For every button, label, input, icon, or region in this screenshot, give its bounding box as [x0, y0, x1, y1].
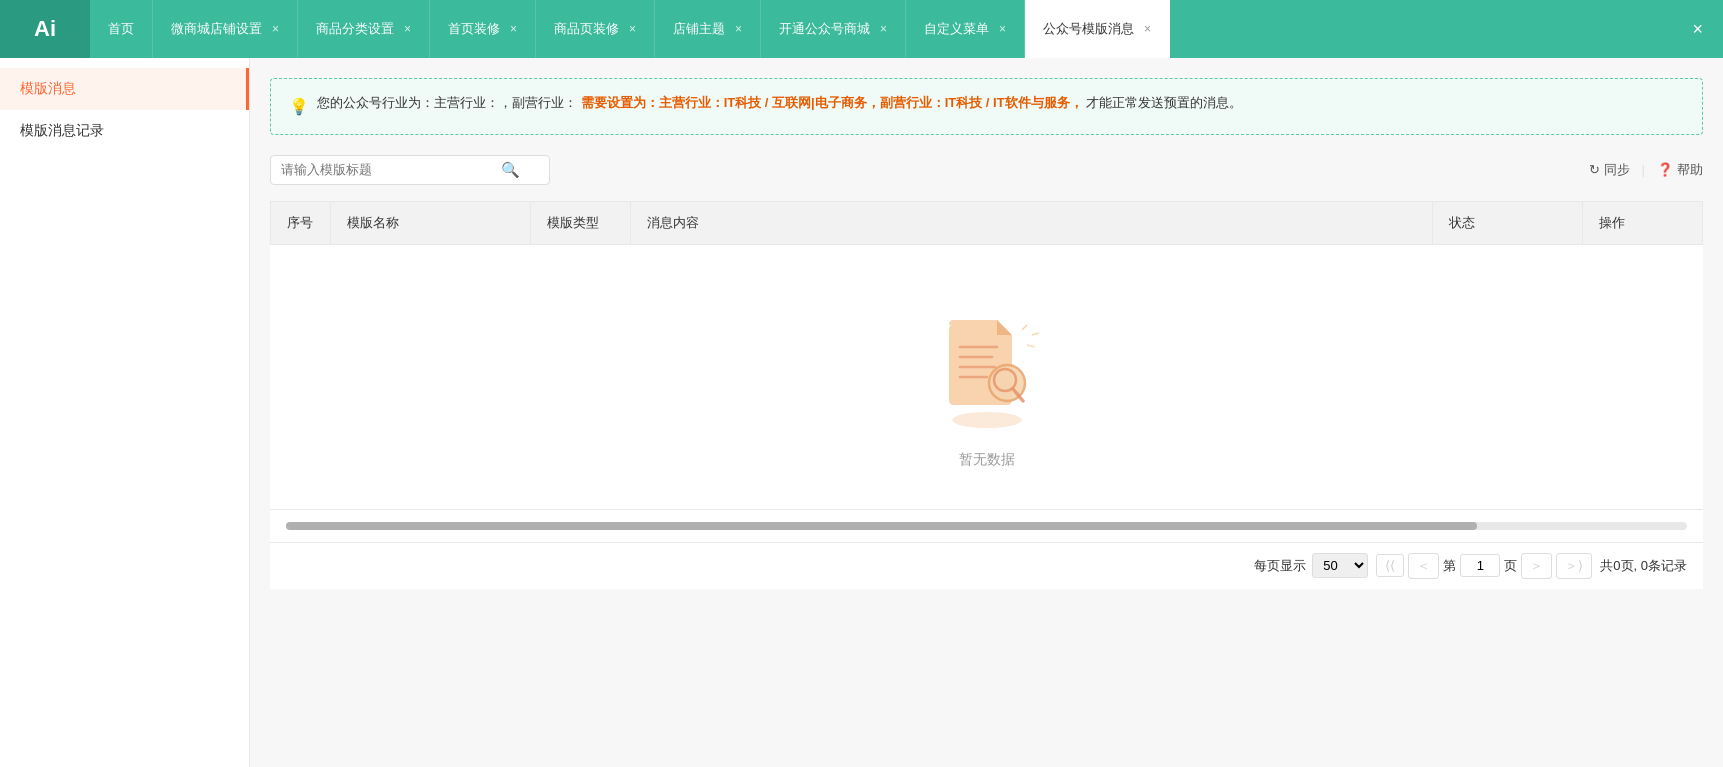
- svg-line-10: [1027, 345, 1035, 347]
- toolbar-divider: |: [1642, 162, 1645, 177]
- empty-state: 暂无数据: [270, 245, 1703, 509]
- nav-tabs: 首页微商城店铺设置×商品分类设置×首页装修×商品页装修×店铺主题×开通公众号商城…: [90, 0, 1672, 58]
- main-content: 💡 您的公众号行业为：主营行业：，副营行业： 需要设置为：主营行业：IT科技 /…: [250, 58, 1723, 767]
- sidebar-item-模版消息记录[interactable]: 模版消息记录: [0, 110, 249, 152]
- page-unit: 页: [1504, 557, 1517, 575]
- notice-box: 💡 您的公众号行业为：主营行业：，副营行业： 需要设置为：主营行业：IT科技 /…: [270, 78, 1703, 135]
- prev-page-button[interactable]: ＜: [1408, 553, 1439, 579]
- svg-line-9: [1032, 333, 1039, 335]
- nav-tab-商品分类设置[interactable]: 商品分类设置×: [298, 0, 430, 58]
- pagination: 每页显示 102050100 ⟨⟨ ＜ 第 页 ＞ ＞⟩ 共0页, 0条记录: [270, 542, 1703, 589]
- close-all-button[interactable]: ×: [1672, 19, 1723, 40]
- nav-tab-店铺主题[interactable]: 店铺主题×: [655, 0, 761, 58]
- col-模版名称: 模版名称: [331, 201, 531, 244]
- col-消息内容: 消息内容: [631, 201, 1433, 244]
- sync-button[interactable]: ↻ 同步: [1589, 161, 1630, 179]
- empty-svg: [927, 305, 1047, 435]
- last-page-button[interactable]: ＞⟩: [1556, 553, 1592, 579]
- nav-tab-首页[interactable]: 首页: [90, 0, 153, 58]
- search-input[interactable]: [281, 162, 501, 177]
- logo-text: Ai: [34, 16, 56, 42]
- search-input-wrap[interactable]: 🔍: [270, 155, 550, 185]
- nav-tab-close-icon[interactable]: ×: [999, 22, 1006, 36]
- sync-label: 同步: [1604, 161, 1630, 179]
- per-page-control: 每页显示 102050100: [1254, 553, 1368, 578]
- nav-tab-close-icon[interactable]: ×: [510, 22, 517, 36]
- nav-tab-close-icon[interactable]: ×: [1144, 22, 1151, 36]
- scrollbar-area: [270, 509, 1703, 542]
- next-page-button[interactable]: ＞: [1521, 553, 1552, 579]
- notice-text-highlight: 需要设置为：主营行业：IT科技 / 互联网|电子商务，副营行业：IT科技 / I…: [581, 95, 1083, 110]
- notice-text: 您的公众号行业为：主营行业：，副营行业： 需要设置为：主营行业：IT科技 / 互…: [317, 93, 1242, 114]
- notice-text-after: 才能正常发送预置的消息。: [1086, 95, 1242, 110]
- svg-point-0: [952, 412, 1022, 428]
- help-label: 帮助: [1677, 161, 1703, 179]
- sync-icon: ↻: [1589, 162, 1600, 177]
- data-table: 序号模版名称模版类型消息内容状态操作: [270, 201, 1703, 245]
- help-button[interactable]: ❓ 帮助: [1657, 161, 1703, 179]
- nav-tab-close-icon[interactable]: ×: [404, 22, 411, 36]
- table-head: 序号模版名称模版类型消息内容状态操作: [271, 201, 1703, 244]
- nav-tab-微商城店铺设置[interactable]: 微商城店铺设置×: [153, 0, 298, 58]
- nav-tab-首页装修[interactable]: 首页装修×: [430, 0, 536, 58]
- col-模版类型: 模版类型: [531, 201, 631, 244]
- page-input[interactable]: [1460, 554, 1500, 577]
- col-操作: 操作: [1583, 201, 1703, 244]
- per-page-select[interactable]: 102050100: [1312, 553, 1368, 578]
- total-info: 共0页, 0条记录: [1600, 557, 1687, 575]
- top-nav: Ai 首页微商城店铺设置×商品分类设置×首页装修×商品页装修×店铺主题×开通公众…: [0, 0, 1723, 58]
- sidebar: 模版消息模版消息记录: [0, 58, 250, 767]
- search-bar: 🔍 ↻ 同步 | ❓ 帮助: [270, 155, 1703, 185]
- col-状态: 状态: [1433, 201, 1583, 244]
- nav-tab-close-icon[interactable]: ×: [272, 22, 279, 36]
- first-page-button[interactable]: ⟨⟨: [1376, 554, 1404, 577]
- nav-tab-close-icon[interactable]: ×: [880, 22, 887, 36]
- layout: 模版消息模版消息记录 💡 您的公众号行业为：主营行业：，副营行业： 需要设置为：…: [0, 58, 1723, 767]
- fake-scrollbar[interactable]: [286, 522, 1687, 530]
- page-nav: ⟨⟨ ＜ 第 页 ＞ ＞⟩: [1376, 553, 1592, 579]
- fake-scrollbar-thumb: [286, 522, 1477, 530]
- col-序号: 序号: [271, 201, 331, 244]
- nav-tab-开通公众号商城[interactable]: 开通公众号商城×: [761, 0, 906, 58]
- search-icon[interactable]: 🔍: [501, 161, 520, 179]
- nav-tab-商品页装修[interactable]: 商品页装修×: [536, 0, 655, 58]
- notice-text-before: 您的公众号行业为：主营行业：，副营行业：: [317, 95, 577, 110]
- per-page-label: 每页显示: [1254, 557, 1306, 575]
- nav-tab-公众号模版消息[interactable]: 公众号模版消息×: [1025, 0, 1170, 58]
- sidebar-item-模版消息[interactable]: 模版消息: [0, 68, 249, 110]
- help-icon: ❓: [1657, 162, 1673, 177]
- page-label: 第: [1443, 557, 1456, 575]
- table-header-row: 序号模版名称模版类型消息内容状态操作: [271, 201, 1703, 244]
- notice-icon: 💡: [289, 94, 309, 120]
- nav-tab-自定义菜单[interactable]: 自定义菜单×: [906, 0, 1025, 58]
- toolbar-right: ↻ 同步 | ❓ 帮助: [1589, 161, 1703, 179]
- nav-tab-close-icon[interactable]: ×: [629, 22, 636, 36]
- svg-line-8: [1022, 325, 1027, 330]
- empty-text: 暂无数据: [959, 451, 1015, 469]
- logo: Ai: [0, 0, 90, 58]
- empty-illustration: [927, 305, 1047, 435]
- nav-tab-close-icon[interactable]: ×: [735, 22, 742, 36]
